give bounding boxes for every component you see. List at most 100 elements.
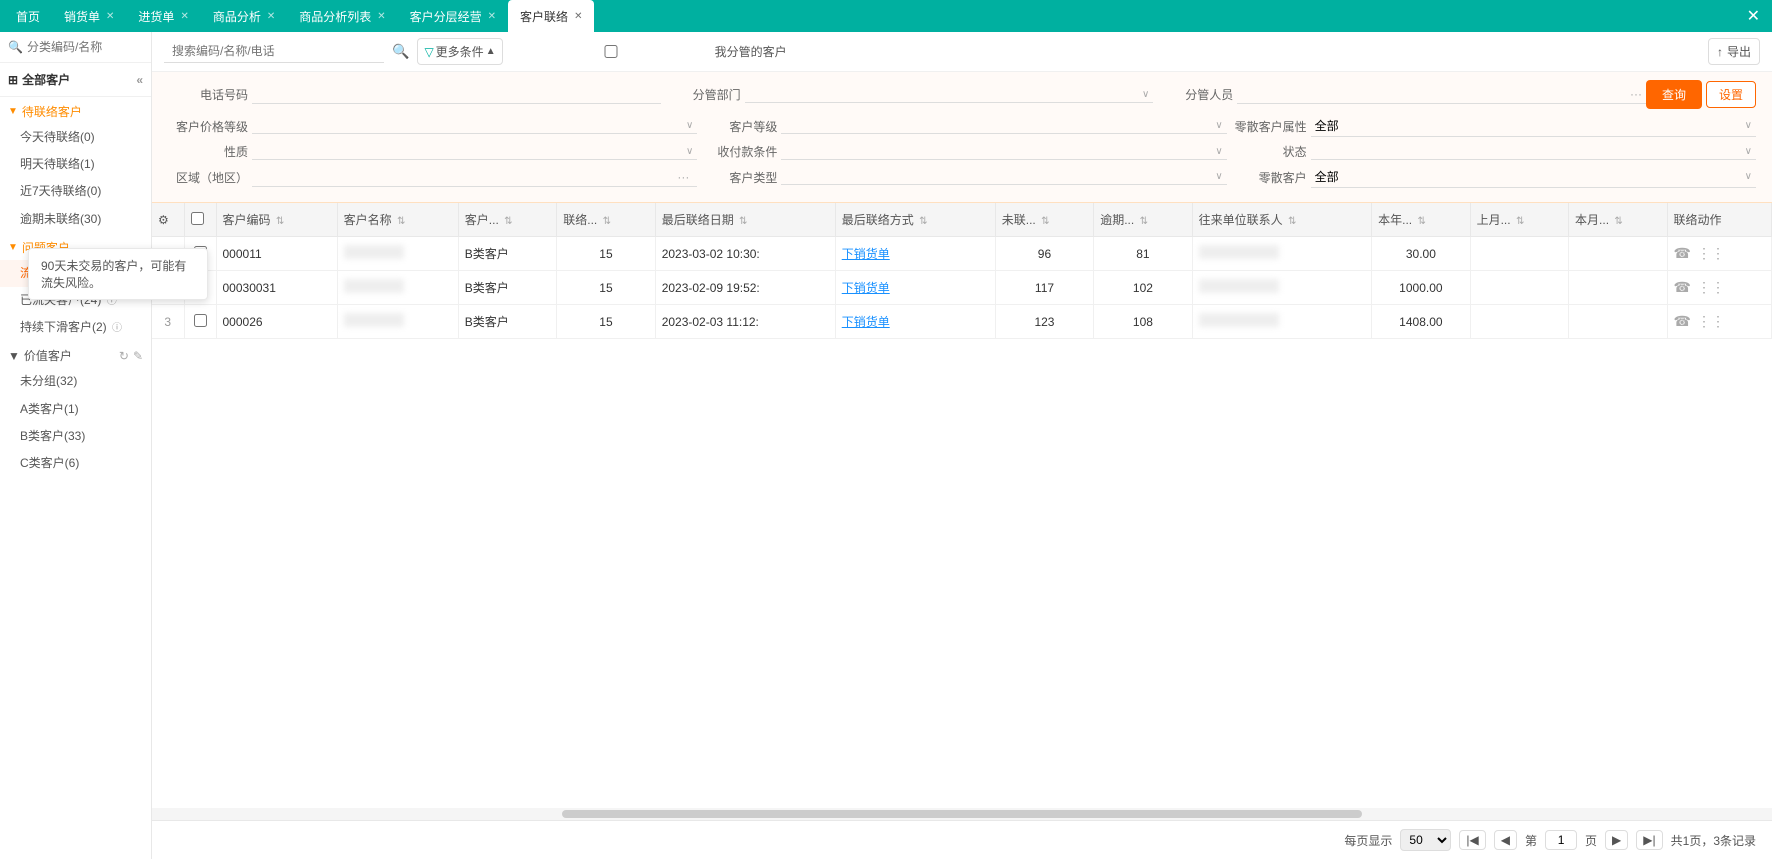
col-last-month[interactable]: 上月... ⇅ <box>1470 203 1568 237</box>
close-tab-product-list[interactable]: ✕ <box>377 11 385 22</box>
status-select[interactable]: ∨ <box>1311 144 1756 160</box>
row-overdue-2: 108 <box>1094 305 1192 339</box>
edit-icon[interactable]: ✎ <box>133 349 143 363</box>
price-grade-select[interactable]: ∨ <box>252 118 697 134</box>
row-checkbox-2[interactable] <box>184 305 216 339</box>
section-pending-contact[interactable]: ▼ 待联络客户 <box>0 97 151 124</box>
table-header-row: ⚙ 客户编码 ⇅ 客户名称 ⇅ <box>152 203 1772 237</box>
row-action-contact-1[interactable]: ☎ <box>1674 279 1691 296</box>
col-this-month[interactable]: 本月... ⇅ <box>1569 203 1667 237</box>
phone-input[interactable] <box>252 85 661 104</box>
row-grade-0: B类客户 <box>458 237 556 271</box>
page-number-input[interactable] <box>1545 830 1577 850</box>
tab-home[interactable]: 首页 <box>4 0 52 32</box>
prev-page-button[interactable]: ◀ <box>1494 830 1517 850</box>
col-overdue[interactable]: 逾期... ⇅ <box>1094 203 1192 237</box>
close-tab-customer-tier[interactable]: ✕ <box>488 11 496 22</box>
section-arrow-value: ▼ <box>8 349 20 363</box>
sidebar-item-class-b[interactable]: B类客户(33) <box>0 423 151 450</box>
col-checkbox[interactable] <box>184 203 216 237</box>
row-action-contact-2[interactable]: ☎ <box>1674 313 1691 330</box>
dept-select[interactable]: ∨ <box>745 87 1154 103</box>
settings-gear-icon[interactable]: ⚙ <box>158 213 169 227</box>
section-value-customers[interactable]: ▼ 价值客户 ↻ ✎ <box>0 341 151 368</box>
query-button[interactable]: 查询 <box>1646 80 1702 109</box>
col-last-type[interactable]: 最后联络方式 ⇅ <box>835 203 995 237</box>
sidebar-item-7days[interactable]: 近7天待联络(0) <box>0 178 151 205</box>
refresh-icon[interactable]: ↻ <box>119 349 129 363</box>
attr-select[interactable]: 全部 ∨ <box>1311 115 1756 137</box>
tab-sales[interactable]: 销货单 ✕ <box>52 0 126 32</box>
col-code[interactable]: 客户编码 ⇅ <box>216 203 337 237</box>
sidebar-collapse-icon[interactable]: « <box>136 73 143 87</box>
sidebar-item-class-c[interactable]: C类客户(6) <box>0 450 151 477</box>
sidebar-item-tomorrow[interactable]: 明天待联络(1) <box>0 151 151 178</box>
col-grade[interactable]: 客户... ⇅ <box>458 203 556 237</box>
horizontal-scrollbar[interactable] <box>152 808 1772 820</box>
tab-customer-contact[interactable]: 客户联络 ✕ <box>508 0 594 32</box>
sidebar-item-today[interactable]: 今天待联络(0) <box>0 124 151 151</box>
filter-phone: 电话号码 <box>168 85 661 104</box>
my-customers-checkbox[interactable] <box>511 45 711 58</box>
export-button[interactable]: ↑ 导出 <box>1708 38 1760 65</box>
select-all-checkbox[interactable] <box>191 212 204 225</box>
tab-product-analysis[interactable]: 商品分析 ✕ <box>201 0 287 32</box>
row-code-1: 00030031 <box>216 271 337 305</box>
search-input[interactable] <box>164 40 384 63</box>
last-month-sort-icon: ⇅ <box>1516 216 1524 227</box>
sidebar-item-ungrouped[interactable]: 未分组(32) <box>0 368 151 395</box>
more-conditions-button[interactable]: ▽ 更多条件 ▲ <box>417 38 502 65</box>
sidebar-search-input[interactable] <box>27 40 152 54</box>
last-page-button[interactable]: ▶| <box>1636 830 1662 850</box>
first-page-button[interactable]: |◀ <box>1459 830 1485 850</box>
filter-person: 分管人员 ··· <box>1153 85 1646 104</box>
retail-select[interactable]: 全部 ∨ <box>1311 166 1756 188</box>
close-tab-sales[interactable]: ✕ <box>106 11 114 22</box>
row-last-type-1[interactable]: 下销货单 <box>835 271 995 305</box>
row-action-contact-0[interactable]: ☎ <box>1674 245 1691 262</box>
export-icon: ↑ <box>1717 45 1723 59</box>
filter-gender: 性质 ∨ <box>168 143 697 160</box>
row-action-more-0[interactable]: ⋮⋮ <box>1697 245 1725 262</box>
close-tab-customer-contact[interactable]: ✕ <box>574 11 582 22</box>
col-not-contacted[interactable]: 未联... ⇅ <box>995 203 1093 237</box>
col-contact-person[interactable]: 往来单位联系人 ⇅ <box>1192 203 1371 237</box>
sidebar-item-class-a[interactable]: A类客户(1) <box>0 396 151 423</box>
close-all-tabs[interactable]: ✕ <box>1739 6 1768 26</box>
col-this-year[interactable]: 本年... ⇅ <box>1372 203 1470 237</box>
row-last-date-2: 2023-02-03 11:12: <box>655 305 835 339</box>
sidebar-all-customers[interactable]: ⊞ 全部客户 « <box>0 63 151 97</box>
row-last-type-2[interactable]: 下销货单 <box>835 305 995 339</box>
grade-select[interactable]: ∨ <box>781 118 1226 134</box>
table-row: 3 000026 B类客户 15 2023-02-03 11:12: 下销货单 … <box>152 305 1772 339</box>
close-tab-product-analysis[interactable]: ✕ <box>267 11 275 22</box>
sidebar-item-overdue-contact[interactable]: 逾期未联络(30) <box>0 206 151 233</box>
settings-button[interactable]: 设置 <box>1706 81 1756 108</box>
grade-sort-icon: ⇅ <box>504 216 512 227</box>
filter-attr: 零散客户属性 全部 ∨ <box>1227 115 1756 137</box>
not-contacted-sort-icon: ⇅ <box>1041 216 1049 227</box>
person-select[interactable]: ··· <box>1237 85 1646 104</box>
gender-select[interactable]: ∨ <box>252 144 697 160</box>
payment-select[interactable]: ∨ <box>781 144 1226 160</box>
tab-purchase[interactable]: 进货单 ✕ <box>126 0 200 32</box>
page-size-select[interactable]: 50 20 100 <box>1400 829 1451 851</box>
scrollbar-thumb[interactable] <box>562 810 1362 818</box>
tab-product-list[interactable]: 商品分析列表 ✕ <box>287 0 397 32</box>
row-action-more-2[interactable]: ⋮⋮ <box>1697 313 1725 330</box>
col-settings[interactable]: ⚙ <box>152 203 184 237</box>
row-overdue-1: 102 <box>1094 271 1192 305</box>
tab-customer-tier[interactable]: 客户分层经营 ✕ <box>398 0 508 32</box>
close-tab-purchase[interactable]: ✕ <box>180 11 188 22</box>
next-page-button[interactable]: ▶ <box>1605 830 1628 850</box>
customer-type-select[interactable]: ∨ <box>781 169 1226 185</box>
my-customers-checkbox-label[interactable]: 我分管的客户 <box>511 43 787 60</box>
col-contacts[interactable]: 联络... ⇅ <box>557 203 655 237</box>
row-action-more-1[interactable]: ⋮⋮ <box>1697 279 1725 296</box>
row-last-type-0[interactable]: 下销货单 <box>835 237 995 271</box>
col-name[interactable]: 客户名称 ⇅ <box>337 203 458 237</box>
sidebar-item-declining[interactable]: 持续下滑客户(2) ⓘ <box>0 314 151 341</box>
col-last-date[interactable]: 最后联络日期 ⇅ <box>655 203 835 237</box>
region-select[interactable]: ··· <box>252 168 697 187</box>
search-button[interactable]: 🔍 <box>392 43 409 60</box>
